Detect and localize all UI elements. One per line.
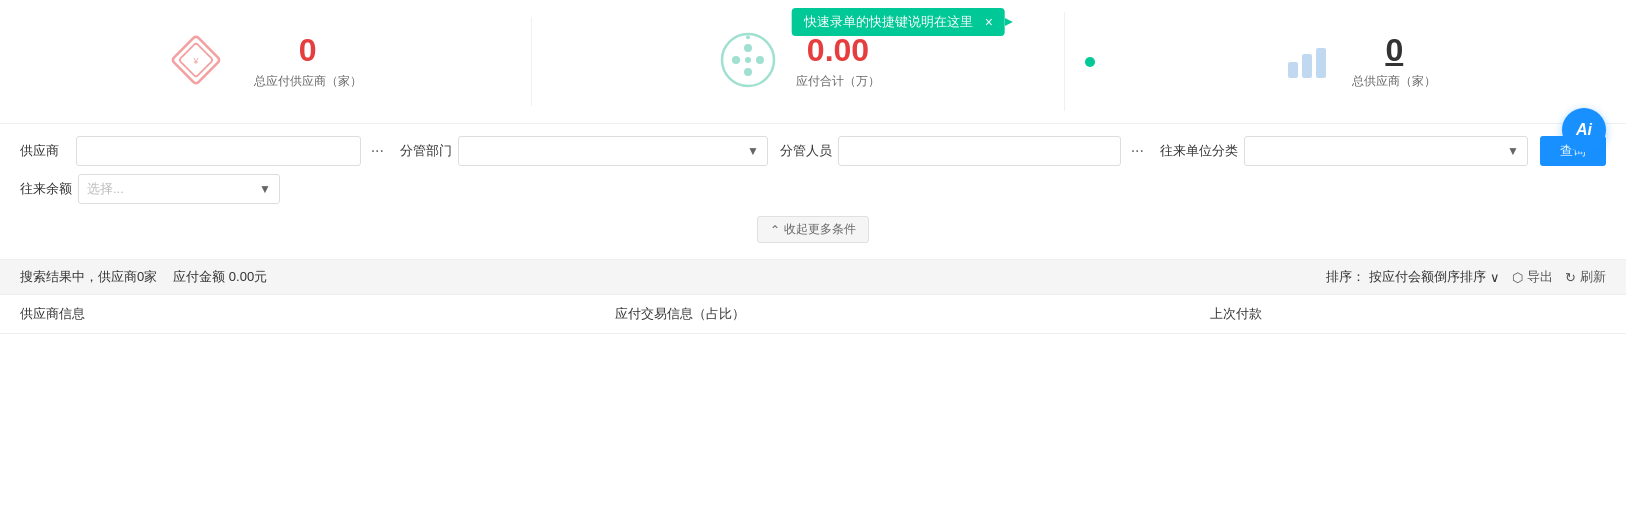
refresh-label: 刷新	[1580, 268, 1606, 286]
filter-row-2: 往来余额 选择... ▼	[20, 174, 1606, 204]
filter-department: 分管部门 ▼	[400, 136, 768, 166]
payable-total-number: 0.00	[796, 33, 880, 68]
filter-supplier: 供应商 ···	[20, 136, 388, 166]
svg-point-7	[756, 56, 764, 64]
tooltip-text: 快速录单的快捷键说明在这里	[804, 13, 973, 31]
filter-section: 供应商 ··· 分管部门 ▼ 分管人员 ··· 往来单位分类 ▼	[0, 124, 1626, 260]
col-supplier-header: 供应商信息	[20, 305, 615, 323]
svg-text:¥: ¥	[192, 56, 198, 66]
stat-total-suppliers-text: 0 总供应商（家）	[1352, 33, 1436, 89]
filter-person: 分管人员 ···	[780, 136, 1148, 166]
tooltip-close-btn[interactable]: ×	[985, 14, 993, 30]
table-header: 供应商信息 应付交易信息（占比） 上次付款	[0, 295, 1626, 334]
collapse-wrapper: ⌃ 收起更多条件	[20, 212, 1606, 247]
ai-badge-btn[interactable]: Ai	[1562, 108, 1606, 152]
category-select[interactable]: ▼	[1244, 136, 1528, 166]
refresh-btn[interactable]: ↻ 刷新	[1565, 268, 1606, 286]
category-chevron-icon: ▼	[1507, 144, 1519, 158]
cookie-icon-wrapper: ●	[716, 28, 780, 95]
stat-total-suppliers: 0 总供应商（家）	[1095, 17, 1626, 105]
balance-label: 往来余额	[20, 180, 72, 198]
payable-suppliers-label: 总应付供应商（家）	[254, 73, 362, 90]
svg-rect-12	[1316, 48, 1326, 78]
balance-chevron-icon: ▼	[259, 182, 271, 196]
stat-payable-suppliers: ¥ 0 总应付供应商（家）	[0, 17, 532, 105]
supplier-dots-btn[interactable]: ···	[367, 142, 388, 160]
department-chevron-icon: ▼	[747, 144, 759, 158]
col-lastpay-header: 上次付款	[1210, 305, 1607, 323]
refresh-icon: ↻	[1565, 270, 1576, 285]
stat-payable-suppliers-text: 0 总应付供应商（家）	[254, 33, 362, 89]
filter-row-1: 供应商 ··· 分管部门 ▼ 分管人员 ··· 往来单位分类 ▼	[20, 136, 1606, 166]
person-dots-btn[interactable]: ···	[1127, 142, 1148, 160]
total-suppliers-label: 总供应商（家）	[1352, 73, 1436, 90]
collapse-btn[interactable]: ⌃ 收起更多条件	[757, 216, 869, 243]
stats-bar: ¥ 0 总应付供应商（家） ●	[0, 0, 1626, 124]
svg-point-8	[745, 57, 751, 63]
col-transaction-header: 应付交易信息（占比）	[615, 305, 1210, 323]
cookie-icon: ●	[716, 28, 780, 92]
payable-suppliers-number: 0	[254, 33, 362, 68]
search-result-label: 搜索结果中，供应商0家	[20, 268, 157, 286]
collapse-text: 收起更多条件	[784, 221, 856, 238]
stats-container: ¥ 0 总应付供应商（家） ●	[0, 12, 1626, 111]
tooltip-dot	[1085, 57, 1095, 67]
export-label: 导出	[1527, 268, 1553, 286]
svg-text:●: ●	[745, 32, 750, 42]
export-icon: ⬡	[1512, 270, 1523, 285]
chart-icon-wrapper	[1284, 34, 1336, 89]
sort-select[interactable]: 排序： 按应付会额倒序排序 ∨	[1326, 268, 1500, 286]
payable-total-label: 应付合计（万）	[796, 73, 880, 90]
diamond-icon-wrapper: ¥	[170, 34, 238, 89]
balance-select[interactable]: 选择... ▼	[78, 174, 280, 204]
person-input[interactable]	[838, 136, 1121, 166]
category-label: 往来单位分类	[1160, 142, 1238, 160]
table-body	[0, 334, 1626, 515]
department-select[interactable]: ▼	[458, 136, 768, 166]
sort-prefix: 排序：	[1326, 268, 1365, 286]
amount-label: 应付金额 0.00元	[173, 268, 267, 286]
svg-rect-11	[1302, 54, 1312, 78]
sort-option: 按应付会额倒序排序	[1369, 268, 1486, 286]
person-label: 分管人员	[780, 142, 832, 160]
sort-chevron-icon: ∨	[1490, 270, 1500, 285]
diamond-icon: ¥	[170, 34, 222, 86]
result-info: 搜索结果中，供应商0家 应付金额 0.00元	[20, 268, 267, 286]
supplier-input[interactable]	[76, 136, 361, 166]
stat-payable-total-text: 0.00 应付合计（万）	[796, 33, 880, 89]
department-label: 分管部门	[400, 142, 452, 160]
svg-rect-10	[1288, 62, 1298, 78]
tooltip-badge: 快速录单的快捷键说明在这里 ×	[792, 8, 1005, 36]
collapse-up-icon: ⌃	[770, 223, 780, 237]
filter-balance: 往来余额 选择... ▼	[20, 174, 280, 204]
chart-icon	[1284, 34, 1336, 86]
result-actions: 排序： 按应付会额倒序排序 ∨ ⬡ 导出 ↻ 刷新	[1326, 268, 1606, 286]
total-suppliers-number: 0	[1352, 33, 1436, 68]
filter-category: 往来单位分类 ▼	[1160, 136, 1528, 166]
export-btn[interactable]: ⬡ 导出	[1512, 268, 1553, 286]
supplier-label: 供应商	[20, 142, 70, 160]
svg-point-5	[744, 68, 752, 76]
svg-point-4	[744, 44, 752, 52]
balance-placeholder: 选择...	[87, 180, 124, 198]
svg-point-6	[732, 56, 740, 64]
result-bar: 搜索结果中，供应商0家 应付金额 0.00元 排序： 按应付会额倒序排序 ∨ ⬡…	[0, 260, 1626, 295]
